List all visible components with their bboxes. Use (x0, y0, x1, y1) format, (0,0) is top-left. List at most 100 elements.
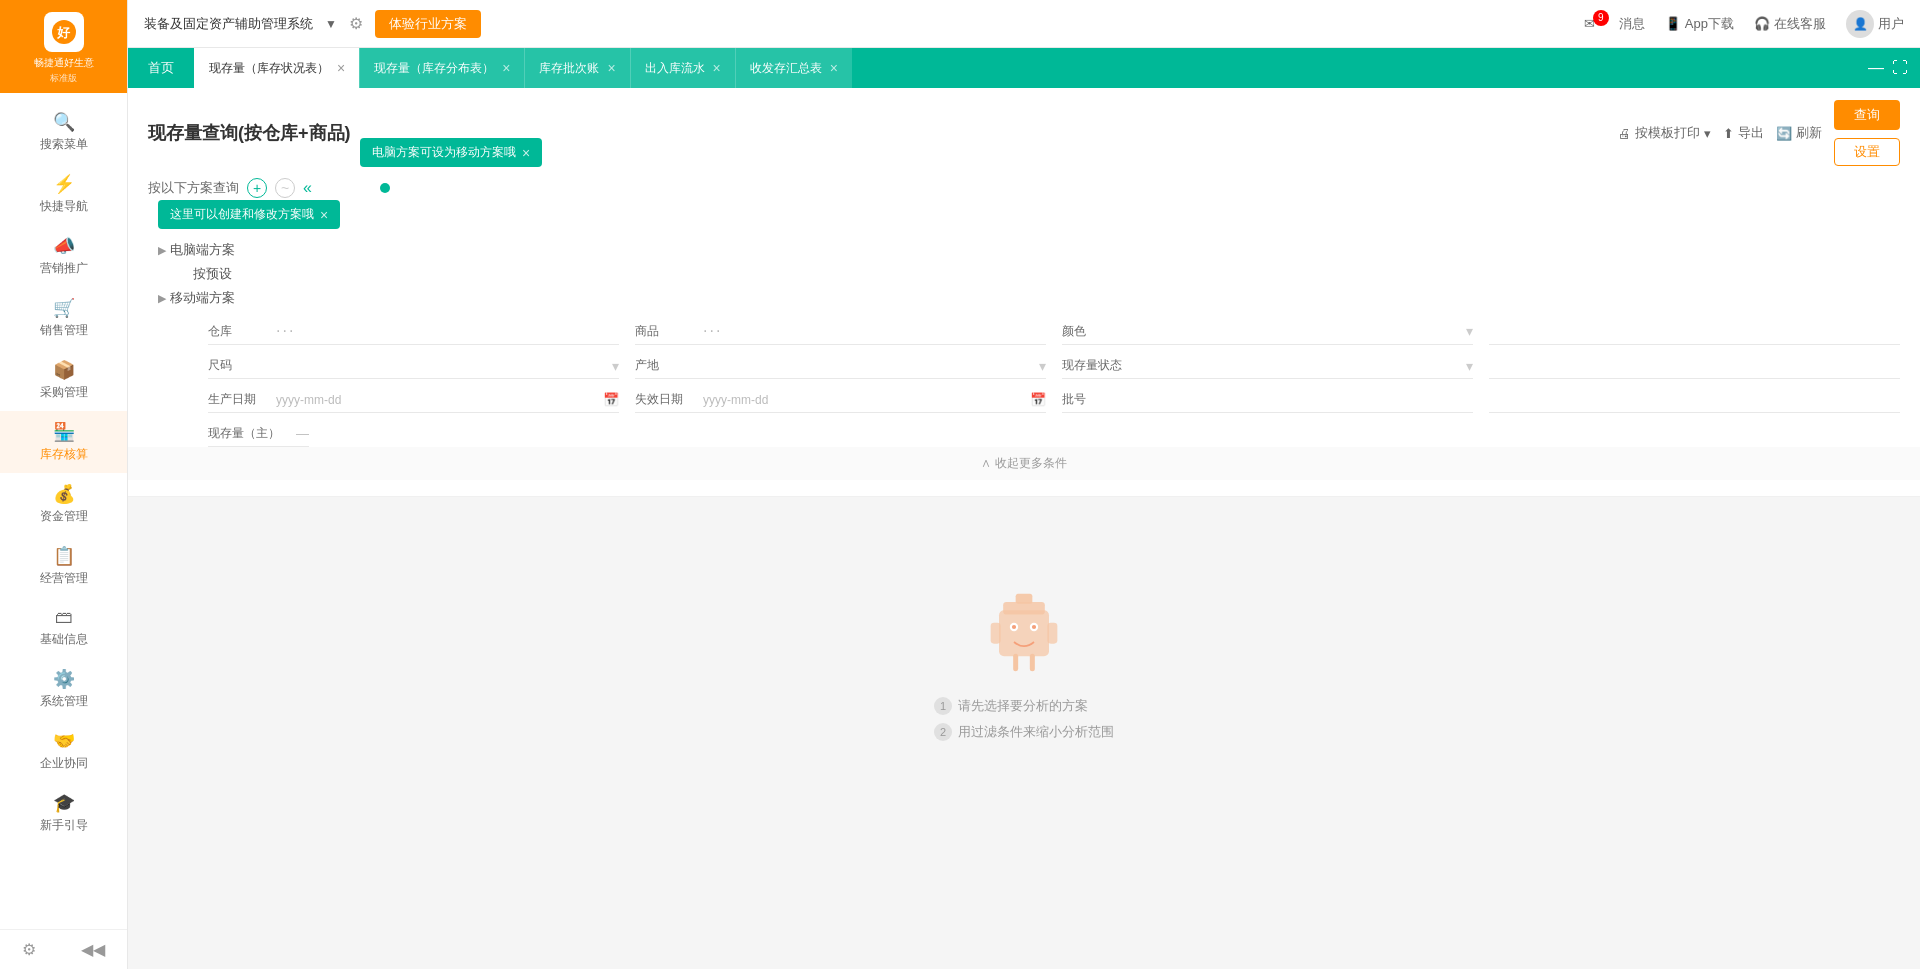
settings-bottom-btn[interactable]: ⚙ (22, 940, 36, 959)
filter-add-scheme-btn[interactable]: + (247, 178, 267, 198)
phone-icon: 📱 (1665, 16, 1681, 31)
origin-dropdown-icon[interactable]: ▾ (1039, 358, 1046, 374)
tab-stock-status[interactable]: 现存量（库存状况表） × (194, 48, 359, 88)
collapse-label: 收起更多条件 (995, 456, 1067, 470)
tab-maximize-btn[interactable]: ⛶ (1892, 59, 1908, 77)
sidebar-item-cooperation[interactable]: 🤝 企业协同 (0, 720, 127, 782)
print-btn[interactable]: 🖨 按模板打印 ▾ (1618, 124, 1711, 142)
refresh-btn[interactable]: 🔄 刷新 (1776, 124, 1822, 142)
empty-tip-2: 2 用过滤条件来缩小分析范围 (934, 723, 1114, 741)
sidebar-item-purchase[interactable]: 📦 采购管理 (0, 349, 127, 411)
stock-status-dropdown-icon[interactable]: ▾ (1466, 358, 1473, 374)
sidebar-item-search[interactable]: 🔍 搜索菜单 (0, 101, 127, 163)
svg-rect-2 (999, 610, 1049, 656)
filter-collapse-btn[interactable]: ∧ 收起更多条件 (128, 447, 1920, 480)
query-button[interactable]: 查询 (1834, 100, 1900, 130)
sidebar-item-quick[interactable]: ⚡ 快捷导航 (0, 163, 127, 225)
filter-row3: 生产日期 📅 失效日期 📅 批号 (208, 391, 1900, 413)
app-download-btn[interactable]: 📱 App下载 (1665, 15, 1734, 33)
warehouse-dots: ··· (276, 322, 295, 340)
trial-button[interactable]: 体验行业方案 (375, 10, 481, 38)
user-label: 用户 (1878, 15, 1904, 33)
sidebar-item-marketing[interactable]: 📣 营销推广 (0, 225, 127, 287)
tooltip-main-close[interactable]: × (522, 145, 530, 161)
sidebar-item-basics-label: 基础信息 (40, 631, 88, 648)
tooltip-sub: 这里可以创建和修改方案哦 × (158, 200, 340, 229)
refresh-label: 刷新 (1796, 124, 1822, 142)
field-prod-date: 生产日期 📅 (208, 391, 619, 413)
scheme-mobile[interactable]: ▶ 移动端方案 (158, 286, 1900, 310)
basics-icon: 🗃 (55, 607, 73, 628)
empty-state: 1 请先选择要分析的方案 2 用过滤条件来缩小分析范围 (128, 497, 1920, 821)
exp-date-calendar-icon[interactable]: 📅 (1030, 392, 1046, 407)
user-btn[interactable]: 👤 用户 (1846, 10, 1904, 38)
sidebar-logo: 好 畅捷通好生意 标准版 (0, 0, 127, 93)
stock-status-input[interactable] (1130, 359, 1458, 373)
sidebar-title: 畅捷通好生意 (34, 56, 94, 70)
tab-inout-close[interactable]: × (713, 60, 721, 76)
color-input[interactable] (1130, 324, 1458, 338)
field-stock-qty: 现存量（主） — (208, 425, 309, 447)
filter-back-btn[interactable]: « (303, 179, 312, 197)
svg-point-9 (1012, 625, 1016, 629)
notification-badge: 9 (1593, 10, 1609, 26)
tab-batch-close[interactable]: × (607, 60, 615, 76)
sidebar-item-quick-label: 快捷导航 (40, 198, 88, 215)
collapse-up-icon: ∧ (981, 456, 991, 470)
tab-recv-summary-close[interactable]: × (830, 60, 838, 76)
notification-btn[interactable]: ✉ 9 消息 (1584, 15, 1645, 33)
tab-stock-dist-close[interactable]: × (502, 60, 510, 76)
tab-stock-status-close[interactable]: × (337, 60, 345, 76)
size-input[interactable] (276, 359, 604, 373)
page-title: 现存量查询(按仓库+商品) (148, 121, 351, 145)
exp-date-start[interactable] (703, 393, 1022, 407)
svg-rect-6 (1047, 623, 1057, 644)
online-support-btn[interactable]: 🎧 在线客服 (1754, 15, 1826, 33)
export-btn[interactable]: ⬆ 导出 (1723, 124, 1764, 142)
sidebar-item-inventory[interactable]: 🏪 库存核算 (0, 411, 127, 473)
sidebar-item-system[interactable]: ⚙️ 系统管理 (0, 658, 127, 720)
mobile-arrow: ▶ (158, 292, 166, 305)
prod-date-calendar-icon[interactable]: 📅 (603, 392, 619, 407)
tooltip-sub-close[interactable]: × (320, 207, 328, 223)
tab-inout[interactable]: 出入库流水 × (630, 48, 735, 88)
sidebar-item-basics[interactable]: 🗃 基础信息 (0, 597, 127, 658)
field-size: 尺码 ▾ (208, 357, 619, 379)
stock-qty-label: 现存量（主） (208, 425, 280, 442)
sidebar-item-finance[interactable]: 💰 资金管理 (0, 473, 127, 535)
size-dropdown-icon[interactable]: ▾ (612, 358, 619, 374)
sidebar-item-operations-label: 经营管理 (40, 570, 88, 587)
empty-tips: 1 请先选择要分析的方案 2 用过滤条件来缩小分析范围 (934, 697, 1114, 741)
sidebar-item-sales[interactable]: 🛒 销售管理 (0, 287, 127, 349)
connector-area (380, 183, 390, 193)
scheme-desktop[interactable]: ▶ 电脑端方案 (158, 238, 1900, 262)
tab-batch[interactable]: 库存批次账 × (524, 48, 629, 88)
settings-gear-icon[interactable]: ⚙ (349, 14, 363, 33)
sidebar-item-purchase-label: 采购管理 (40, 384, 88, 401)
tab-inout-label: 出入库流水 (645, 60, 705, 77)
sidebar-item-guide[interactable]: 🎓 新手引导 (0, 782, 127, 844)
product-label: 商品 (635, 323, 695, 340)
system-title-dropdown[interactable]: ▼ (325, 17, 337, 31)
header-left: 装备及固定资产辅助管理系统 ▼ ⚙ 体验行业方案 (144, 10, 481, 38)
batch-input[interactable] (1130, 393, 1473, 407)
sidebar-item-marketing-label: 营销推广 (40, 260, 88, 277)
stock-status-label: 现存量状态 (1062, 357, 1122, 374)
header-right: ✉ 9 消息 📱 App下载 🎧 在线客服 👤 用户 (1584, 10, 1904, 38)
svg-text:好: 好 (56, 25, 71, 40)
tab-home[interactable]: 首页 (128, 48, 194, 88)
tab-stock-dist[interactable]: 现存量（库存分布表） × (359, 48, 524, 88)
prod-date-start[interactable] (276, 393, 595, 407)
exp-date-label: 失效日期 (635, 391, 695, 408)
reset-button[interactable]: 设置 (1834, 138, 1900, 166)
field-empty3 (1489, 391, 1900, 413)
origin-input[interactable] (703, 359, 1031, 373)
scheme-preset[interactable]: 按预设 (178, 262, 1900, 286)
sidebar-item-operations[interactable]: 📋 经营管理 (0, 535, 127, 597)
color-dropdown-icon[interactable]: ▾ (1466, 323, 1473, 339)
scheme-desktop-children: 按预设 (178, 262, 1900, 286)
tab-minimize-btn[interactable]: — (1868, 59, 1884, 77)
tab-recv-summary[interactable]: 收发存汇总表 × (735, 48, 852, 88)
collapse-sidebar-btn[interactable]: ◀◀ (81, 940, 105, 959)
filter-edit-scheme-btn[interactable]: ~ (275, 178, 295, 198)
